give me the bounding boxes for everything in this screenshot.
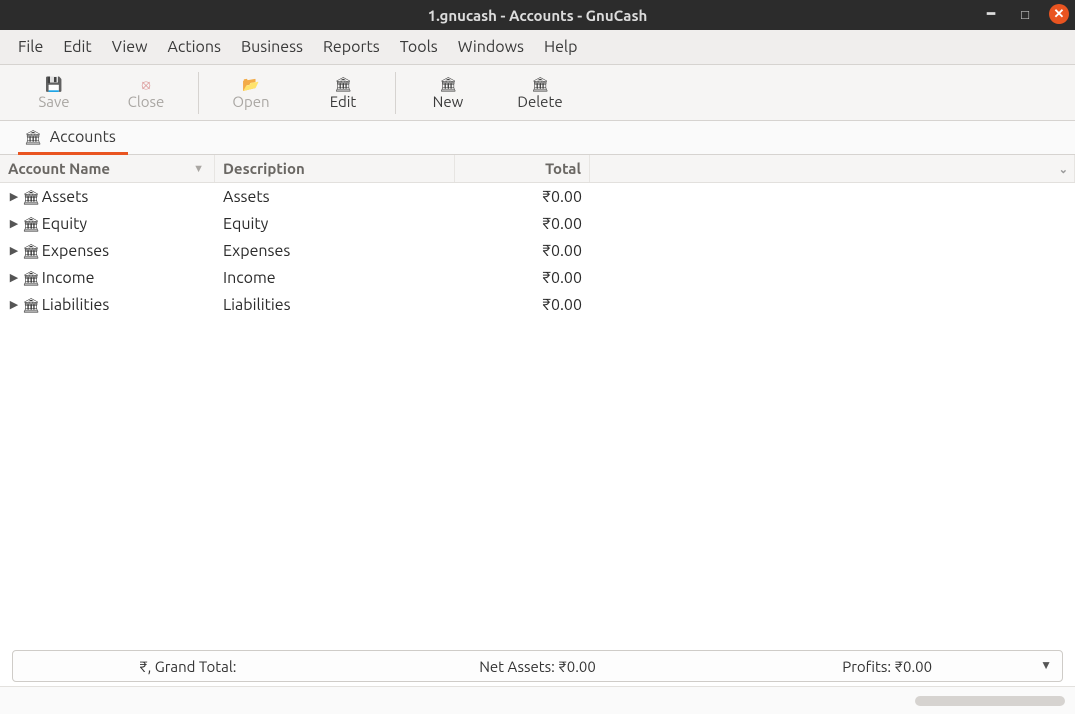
delete-icon: 🏛 bbox=[531, 75, 549, 93]
chevron-down-icon[interactable]: ▼ bbox=[1040, 658, 1052, 672]
menu-view[interactable]: View bbox=[102, 34, 158, 60]
open-button[interactable]: 📂 Open bbox=[205, 67, 297, 119]
close-icon: ⦻ bbox=[141, 75, 150, 93]
column-description[interactable]: Description bbox=[215, 155, 455, 182]
table-row[interactable]: ▶ Assets Assets ₹0.00 bbox=[0, 183, 1075, 210]
window-controls: ━ □ ✕ bbox=[981, 4, 1069, 24]
account-tree[interactable]: ▶ Assets Assets ₹0.00 ▶ Equity Equity ₹0… bbox=[0, 183, 1075, 642]
table-row[interactable]: ▶ Expenses Expenses ₹0.00 bbox=[0, 237, 1075, 264]
account-desc: Income bbox=[215, 269, 455, 287]
expander-icon[interactable]: ▶ bbox=[8, 244, 20, 257]
account-total: ₹0.00 bbox=[455, 242, 590, 260]
account-total: ₹0.00 bbox=[455, 296, 590, 314]
save-button[interactable]: 💾 Save bbox=[8, 67, 100, 119]
bank-icon bbox=[24, 128, 42, 146]
menu-windows[interactable]: Windows bbox=[448, 34, 534, 60]
column-total[interactable]: Total bbox=[455, 155, 590, 182]
summary-wrap: ₹, Grand Total: Net Assets: ₹0.00 Profit… bbox=[0, 642, 1075, 686]
menu-bar: File Edit View Actions Business Reports … bbox=[0, 30, 1075, 65]
new-label: New bbox=[433, 93, 464, 110]
window-titlebar: 1.gnucash - Accounts - GnuCash ━ □ ✕ bbox=[0, 0, 1075, 30]
menu-help[interactable]: Help bbox=[534, 34, 588, 60]
maximize-button[interactable]: □ bbox=[1015, 4, 1035, 24]
account-desc: Liabilities bbox=[215, 296, 455, 314]
menu-edit[interactable]: Edit bbox=[53, 34, 101, 60]
expander-icon[interactable]: ▶ bbox=[8, 217, 20, 230]
bank-icon bbox=[22, 242, 40, 260]
folder-open-icon: 📂 bbox=[242, 75, 259, 93]
close-button[interactable]: ⦻ Close bbox=[100, 67, 192, 119]
window-title: 1.gnucash - Accounts - GnuCash bbox=[0, 7, 1075, 24]
tab-accounts[interactable]: Accounts bbox=[18, 122, 128, 155]
close-label: Close bbox=[128, 93, 165, 110]
horizontal-scrollbar[interactable] bbox=[915, 696, 1065, 706]
table-row[interactable]: ▶ Equity Equity ₹0.00 bbox=[0, 210, 1075, 237]
account-desc: Assets bbox=[215, 188, 455, 206]
account-total: ₹0.00 bbox=[455, 215, 590, 233]
close-window-button[interactable]: ✕ bbox=[1049, 4, 1069, 24]
expander-icon[interactable]: ▶ bbox=[8, 190, 20, 203]
account-name: Income bbox=[42, 269, 95, 287]
summary-net-assets: Net Assets: ₹0.00 bbox=[363, 658, 713, 675]
minimize-button[interactable]: ━ bbox=[981, 4, 1001, 24]
menu-tools[interactable]: Tools bbox=[390, 34, 448, 60]
menu-actions[interactable]: Actions bbox=[158, 34, 231, 60]
expander-icon[interactable]: ▶ bbox=[8, 271, 20, 284]
column-account-name[interactable]: Account Name ▼ bbox=[0, 155, 215, 182]
summary-profits: Profits: ₹0.00 bbox=[712, 658, 1062, 675]
bank-icon bbox=[22, 215, 40, 233]
edit-button[interactable]: 🏛 Edit bbox=[297, 67, 389, 119]
account-name: Expenses bbox=[42, 242, 109, 260]
bank-icon bbox=[22, 296, 40, 314]
table-row[interactable]: ▶ Liabilities Liabilities ₹0.00 bbox=[0, 291, 1075, 318]
expander-icon[interactable]: ▶ bbox=[8, 298, 20, 311]
account-name: Assets bbox=[42, 188, 89, 206]
summary-bar[interactable]: ₹, Grand Total: Net Assets: ₹0.00 Profit… bbox=[12, 650, 1063, 682]
new-button[interactable]: 🏛 New bbox=[402, 67, 494, 119]
toolbar-separator bbox=[198, 72, 199, 114]
bank-icon bbox=[22, 269, 40, 287]
account-desc: Expenses bbox=[215, 242, 455, 260]
new-icon: 🏛 bbox=[439, 75, 457, 93]
account-total: ₹0.00 bbox=[455, 269, 590, 287]
toolbar: 💾 Save ⦻ Close 📂 Open 🏛 Edit 🏛 New 🏛 Del… bbox=[0, 65, 1075, 121]
open-label: Open bbox=[232, 93, 269, 110]
edit-label: Edit bbox=[330, 93, 357, 110]
menu-reports[interactable]: Reports bbox=[313, 34, 390, 60]
save-label: Save bbox=[38, 93, 69, 110]
sort-indicator-icon: ▼ bbox=[193, 163, 204, 175]
account-name: Liabilities bbox=[42, 296, 110, 314]
delete-button[interactable]: 🏛 Delete bbox=[494, 67, 586, 119]
menu-business[interactable]: Business bbox=[231, 34, 313, 60]
tab-strip: Accounts bbox=[0, 121, 1075, 155]
toolbar-separator bbox=[395, 72, 396, 114]
column-spacer: ⌄ bbox=[590, 155, 1075, 182]
delete-label: Delete bbox=[517, 93, 562, 110]
save-icon: 💾 bbox=[45, 75, 62, 93]
bottom-bar bbox=[0, 686, 1075, 714]
edit-icon: 🏛 bbox=[334, 75, 352, 93]
summary-grand-total: ₹, Grand Total: bbox=[13, 658, 363, 675]
menu-file[interactable]: File bbox=[8, 34, 53, 60]
account-total: ₹0.00 bbox=[455, 188, 590, 206]
table-row[interactable]: ▶ Income Income ₹0.00 bbox=[0, 264, 1075, 291]
account-desc: Equity bbox=[215, 215, 455, 233]
tree-header: Account Name ▼ Description Total ⌄ bbox=[0, 155, 1075, 183]
tab-accounts-label: Accounts bbox=[50, 128, 116, 146]
account-name: Equity bbox=[42, 215, 87, 233]
bank-icon bbox=[22, 188, 40, 206]
column-menu-icon[interactable]: ⌄ bbox=[1059, 163, 1068, 176]
